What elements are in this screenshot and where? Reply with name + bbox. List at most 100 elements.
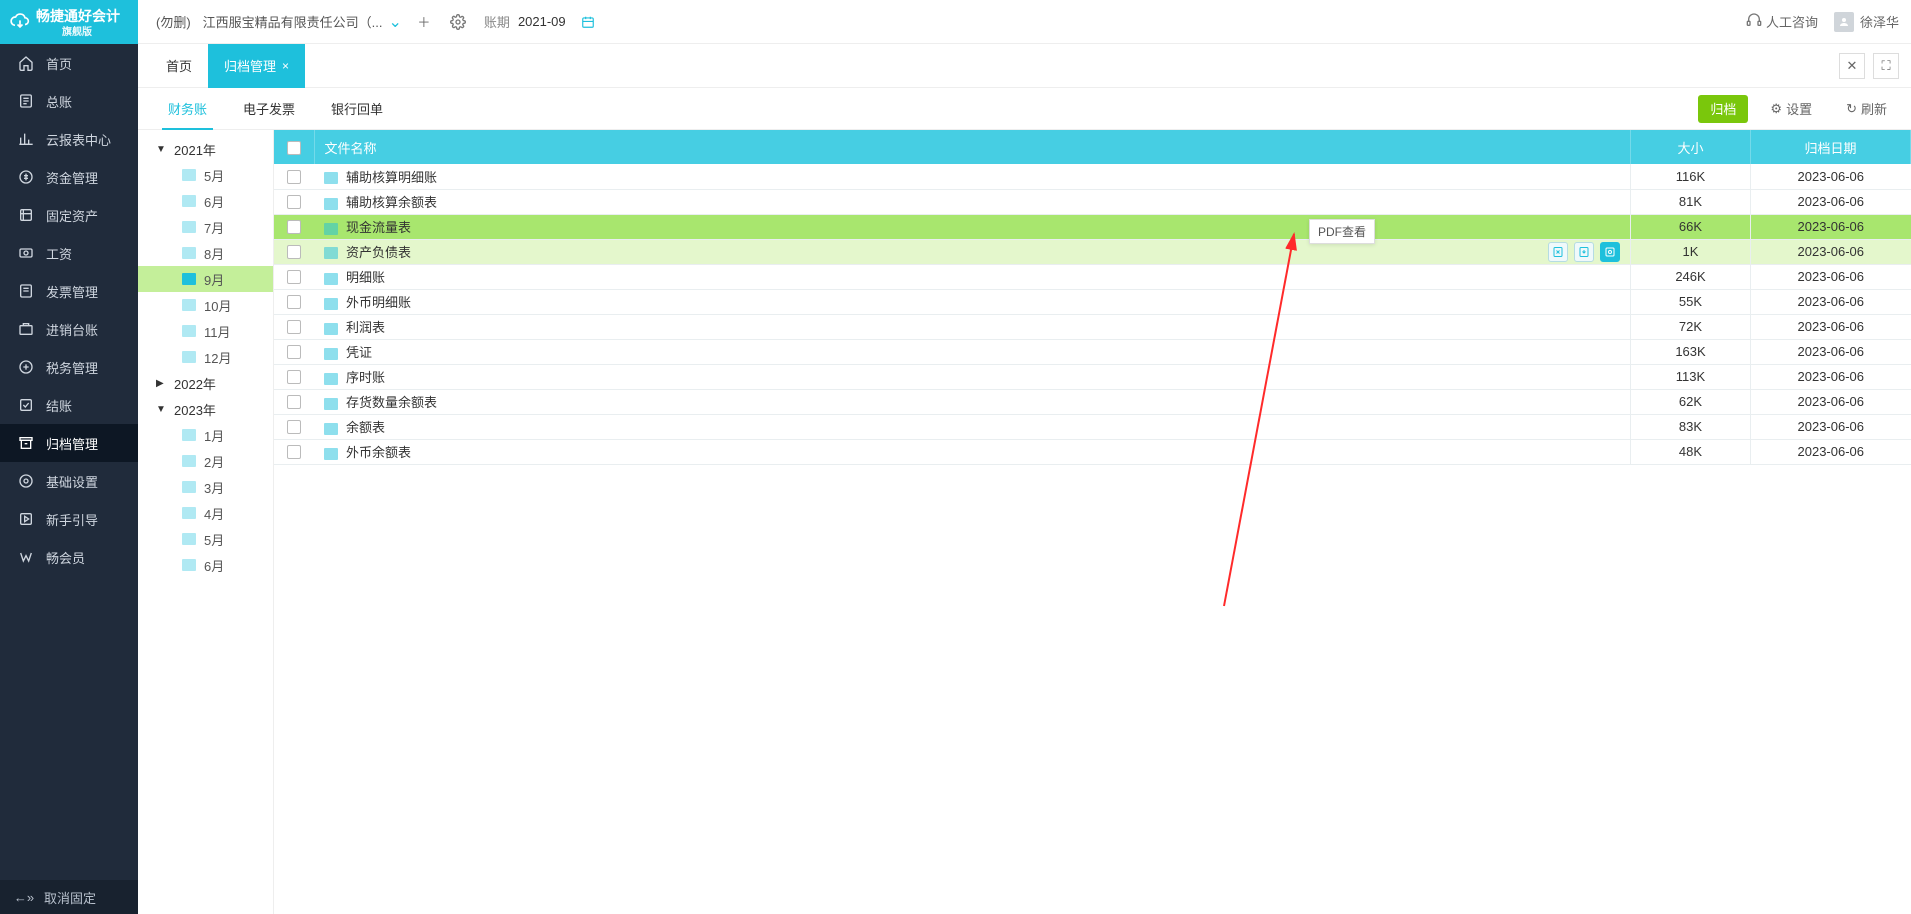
file-size: 246K <box>1631 264 1751 289</box>
sidebar-item-close[interactable]: 结账 <box>0 386 138 424</box>
row-checkbox[interactable] <box>287 295 301 309</box>
tree-month[interactable]: 5月 <box>138 162 273 188</box>
sidebar-item-home[interactable]: 首页 <box>0 44 138 82</box>
table-row[interactable]: 余额表83K2023-06-06 <box>274 414 1911 439</box>
sidebar-item-asset[interactable]: 固定资产 <box>0 196 138 234</box>
tree-month[interactable]: 6月 <box>138 188 273 214</box>
row-checkbox[interactable] <box>287 245 301 259</box>
table-row[interactable]: 明细账246K2023-06-06 <box>274 264 1911 289</box>
sidebar-item-guide[interactable]: 新手引导 <box>0 500 138 538</box>
sidebar-item-fund[interactable]: 资金管理 <box>0 158 138 196</box>
row-checkbox[interactable] <box>287 320 301 334</box>
sidebar-item-invoice[interactable]: 发票管理 <box>0 272 138 310</box>
consult-button[interactable]: 人工咨询 <box>1746 12 1818 31</box>
fund-icon <box>18 169 34 185</box>
tree-month[interactable]: 12月 <box>138 344 273 370</box>
row-checkbox[interactable] <box>287 420 301 434</box>
sidebar-item-salary[interactable]: 工资 <box>0 234 138 272</box>
folder-icon <box>182 559 196 571</box>
pdf-view-icon[interactable] <box>1600 242 1620 262</box>
sidebar-item-stock[interactable]: 进销台账 <box>0 310 138 348</box>
pdf-download-icon[interactable] <box>1574 242 1594 262</box>
fullscreen-icon[interactable]: ⛶ <box>1873 53 1899 79</box>
file-size: 1K <box>1631 239 1751 264</box>
table-row[interactable]: 序时账113K2023-06-06 <box>274 364 1911 389</box>
month-label: 4月 <box>204 504 224 523</box>
sidebar-item-report[interactable]: 云报表中心 <box>0 120 138 158</box>
tree-year[interactable]: ▶2022年 <box>138 370 273 396</box>
sidebar-item-ledger[interactable]: 总账 <box>0 82 138 120</box>
folder-icon <box>182 299 196 311</box>
tree-year[interactable]: ▼2021年 <box>138 136 273 162</box>
row-checkbox[interactable] <box>287 220 301 234</box>
table-row[interactable]: 外币明细账55K2023-06-06 <box>274 289 1911 314</box>
tab-归档管理[interactable]: 归档管理× <box>208 44 305 88</box>
table-row[interactable]: 外币余额表48K2023-06-06 <box>274 439 1911 464</box>
file-date: 2023-06-06 <box>1751 339 1911 364</box>
archive-button[interactable]: 归档 <box>1698 95 1748 123</box>
table-row[interactable]: 存货数量余额表62K2023-06-06 <box>274 389 1911 414</box>
tree-month[interactable]: 11月 <box>138 318 273 344</box>
excel-download-icon[interactable] <box>1548 242 1568 262</box>
tree-month[interactable]: 8月 <box>138 240 273 266</box>
file-name: 外币明细账 <box>346 295 411 310</box>
row-checkbox[interactable] <box>287 195 301 209</box>
headset-icon <box>1746 12 1762 31</box>
row-checkbox[interactable] <box>287 345 301 359</box>
table-row[interactable]: 凭证163K2023-06-06 <box>274 339 1911 364</box>
company-dropdown-icon[interactable]: ⌄ <box>389 12 402 32</box>
folder-icon <box>324 223 338 235</box>
row-checkbox[interactable] <box>287 170 301 184</box>
cloud-icon <box>10 12 30 32</box>
tree-month[interactable]: 5月 <box>138 526 273 552</box>
settings-button[interactable]: ⚙ 设置 <box>1758 95 1824 123</box>
tree-month[interactable]: 2月 <box>138 448 273 474</box>
stock-icon <box>18 321 34 337</box>
user-menu[interactable]: 徐泽华 <box>1834 12 1899 32</box>
subtab-电子发票[interactable]: 电子发票 <box>225 88 313 130</box>
sidebar-item-member[interactable]: 畅会员 <box>0 538 138 576</box>
calendar-icon[interactable] <box>576 10 600 34</box>
sidebar-item-tax[interactable]: 税务管理 <box>0 348 138 386</box>
gear-icon[interactable] <box>446 10 470 34</box>
tree-month[interactable]: 3月 <box>138 474 273 500</box>
month-label: 3月 <box>204 478 224 497</box>
tree-year[interactable]: ▼2023年 <box>138 396 273 422</box>
tree-month[interactable]: 4月 <box>138 500 273 526</box>
table-row[interactable]: 辅助核算明细账116K2023-06-06 <box>274 164 1911 189</box>
tree-month[interactable]: 10月 <box>138 292 273 318</box>
app-logo: 畅捷通好会计 旗舰版 <box>0 0 138 44</box>
table-row[interactable]: 资产负债表1K2023-06-06 <box>274 239 1911 264</box>
month-label: 7月 <box>204 218 224 237</box>
row-checkbox[interactable] <box>287 370 301 384</box>
row-checkbox[interactable] <box>287 270 301 284</box>
subtab-财务账[interactable]: 财务账 <box>150 88 225 130</box>
close-icon[interactable]: × <box>282 59 289 73</box>
table-row[interactable]: 现金流量表66K2023-06-06 <box>274 214 1911 239</box>
unpin-button[interactable]: ←» 取消固定 <box>0 880 138 914</box>
caret-down-icon: ▼ <box>156 404 168 415</box>
file-name: 外币余额表 <box>346 445 411 460</box>
sidebar-item-settings[interactable]: 基础设置 <box>0 462 138 500</box>
tree-month[interactable]: 1月 <box>138 422 273 448</box>
subtab-银行回单[interactable]: 银行回单 <box>313 88 401 130</box>
file-name: 存货数量余额表 <box>346 395 437 410</box>
sidebar-item-archive[interactable]: 归档管理 <box>0 424 138 462</box>
file-size: 62K <box>1631 389 1751 414</box>
table-row[interactable]: 利润表72K2023-06-06 <box>274 314 1911 339</box>
th-checkbox[interactable] <box>274 130 314 164</box>
select-all-checkbox[interactable] <box>287 141 301 155</box>
file-name: 序时账 <box>346 370 385 385</box>
period-value[interactable]: 2021-09 <box>518 14 566 29</box>
file-name: 凭证 <box>346 345 372 360</box>
refresh-button[interactable]: ↻ 刷新 <box>1834 95 1899 123</box>
row-checkbox[interactable] <box>287 395 301 409</box>
add-icon[interactable]: ＋ <box>412 10 436 34</box>
tab-首页[interactable]: 首页 <box>150 44 208 88</box>
tree-month[interactable]: 9月 <box>138 266 273 292</box>
tree-month[interactable]: 6月 <box>138 552 273 578</box>
tab-close-icon[interactable]: ✕ <box>1839 53 1865 79</box>
tree-month[interactable]: 7月 <box>138 214 273 240</box>
row-checkbox[interactable] <box>287 445 301 459</box>
table-row[interactable]: 辅助核算余额表81K2023-06-06 <box>274 189 1911 214</box>
